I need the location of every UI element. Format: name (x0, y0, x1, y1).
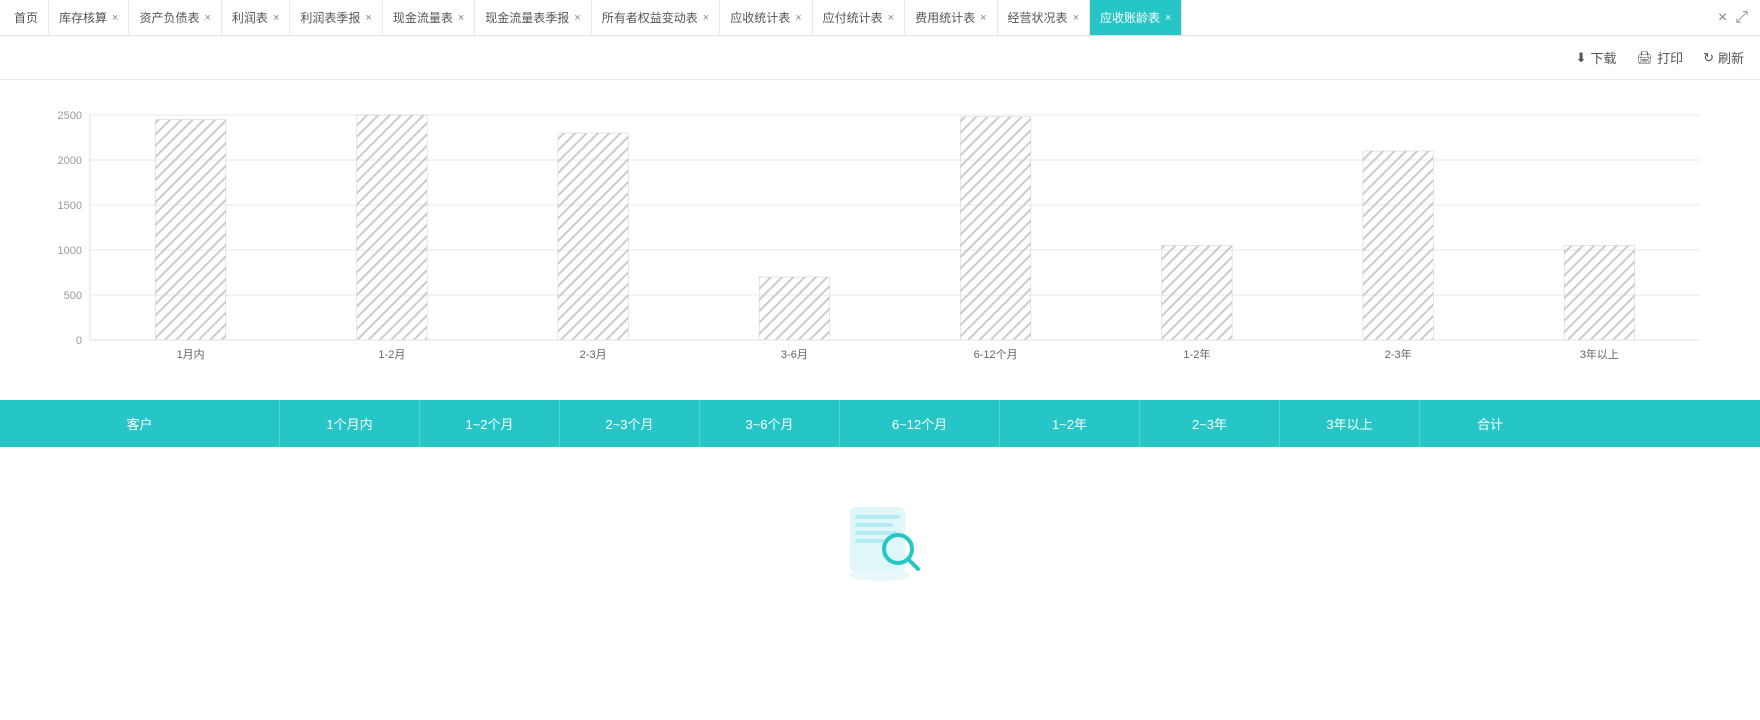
tab-receivable-stats[interactable]: 应收统计表 × (720, 0, 812, 36)
tab-payable-stats[interactable]: 应付统计表 × (813, 0, 905, 36)
table-header-cell-6: 1~2年 (1000, 400, 1140, 447)
tab-label-cashflow: 现金流量表 (393, 9, 453, 26)
table-header-cell-1: 1个月内 (280, 400, 420, 447)
svg-text:6-12个月: 6-12个月 (974, 348, 1018, 361)
svg-text:2500: 2500 (58, 110, 82, 122)
tab-close-expense-stats[interactable]: × (980, 12, 986, 24)
print-button[interactable]: 🖨打印 (1637, 48, 1684, 67)
svg-text:2000: 2000 (58, 155, 82, 167)
tab-close-receivable-stats[interactable]: × (795, 12, 801, 24)
svg-text:1500: 1500 (58, 200, 82, 212)
tab-close-business-status[interactable]: × (1073, 12, 1079, 24)
refresh-icon: ↻ (1703, 50, 1714, 66)
tab-label-balance: 资产负债表 (139, 9, 199, 26)
page-header: ⬇下载 🖨打印 ↻刷新 (0, 36, 1760, 80)
tab-bar: 首页库存核算 ×资产负债表 ×利润表 ×利润表季报 ×现金流量表 ×现金流量表季… (0, 0, 1760, 36)
refresh-button[interactable]: ↻刷新 (1703, 48, 1744, 67)
svg-text:1-2年: 1-2年 (1183, 347, 1210, 361)
tab-close-balance[interactable]: × (204, 12, 210, 24)
download-icon: ⬇ (1576, 50, 1587, 66)
tab-inventory[interactable]: 库存核算 × (49, 0, 129, 36)
tab-label-inventory: 库存核算 (59, 9, 107, 26)
table-header: 客户1个月内1~2个月2~3个月3~6个月6~12个月1~2年2~3年3年以上合… (0, 400, 1760, 447)
svg-text:0: 0 (76, 335, 82, 347)
tab-close-equity[interactable]: × (703, 12, 709, 24)
tab-label-profit: 利润表 (232, 9, 268, 26)
tab-label-receivable-stats: 应收统计表 (730, 9, 790, 26)
maximize-window-icon[interactable]: ⤢ (1735, 9, 1748, 27)
table-header-cell-8: 3年以上 (1280, 400, 1420, 447)
bar-chart: 0 500 1000 1500 2000 2500 1月内 1-2月 2-3月 3-6月 6-12个… (30, 100, 1730, 380)
svg-text:1-2月: 1-2月 (378, 349, 405, 361)
tab-aging[interactable]: 应收账龄表 × (1090, 0, 1182, 36)
table-header-cell-7: 2~3年 (1140, 400, 1280, 447)
tab-label-business-status: 经营状况表 (1008, 9, 1068, 26)
tab-close-cashflow[interactable]: × (458, 12, 464, 24)
chart-container: 0 500 1000 1500 2000 2500 1月内 1-2月 2-3月 3-6月 6-12个… (30, 100, 1730, 380)
main-content: 0 500 1000 1500 2000 2500 1月内 1-2月 2-3月 3-6月 6-12个… (0, 80, 1760, 720)
svg-text:2-3年: 2-3年 (1385, 347, 1412, 361)
empty-state (0, 447, 1760, 627)
svg-text:1000: 1000 (58, 245, 82, 257)
tab-close-payable-stats[interactable]: × (888, 12, 894, 24)
tab-close-aging[interactable]: × (1165, 12, 1171, 24)
tab-label-cashflow-quarterly: 现金流量表季报 (485, 9, 569, 26)
svg-text:3-6月: 3-6月 (781, 349, 808, 361)
tab-label-aging: 应收账龄表 (1100, 9, 1160, 26)
tab-close-cashflow-quarterly[interactable]: × (574, 12, 580, 24)
tab-close-profit-quarterly[interactable]: × (365, 12, 371, 24)
tab-close-inventory[interactable]: × (112, 12, 118, 24)
tab-bar-actions: × ⤢ (1718, 9, 1756, 27)
svg-text:1月内: 1月内 (177, 347, 205, 361)
download-label: 下载 (1591, 48, 1617, 67)
table-header-cell-3: 2~3个月 (560, 400, 700, 447)
tab-profit-quarterly[interactable]: 利润表季报 × (290, 0, 382, 36)
tab-business-status[interactable]: 经营状况表 × (998, 0, 1090, 36)
tab-equity[interactable]: 所有者权益变动表 × (592, 0, 720, 36)
tab-label-payable-stats: 应付统计表 (823, 9, 883, 26)
table-header-cell-5: 6~12个月 (840, 400, 1000, 447)
tab-expense-stats[interactable]: 费用统计表 × (905, 0, 997, 36)
tab-cashflow[interactable]: 现金流量表 × (383, 0, 475, 36)
print-icon: 🖨 (1637, 50, 1654, 66)
tab-home[interactable]: 首页 (4, 0, 49, 36)
table-header-cell-9: 合计 (1420, 400, 1560, 447)
header-actions: ⬇下载 🖨打印 ↻刷新 (1576, 48, 1744, 67)
tab-close-profit[interactable]: × (273, 12, 279, 24)
download-button[interactable]: ⬇下载 (1576, 48, 1617, 67)
svg-text:2-3月: 2-3月 (580, 349, 607, 361)
svg-text:500: 500 (64, 290, 82, 302)
close-window-icon[interactable]: × (1718, 9, 1727, 27)
svg-text:3年以上: 3年以上 (1580, 347, 1619, 361)
table-header-cell-4: 3~6个月 (700, 400, 840, 447)
refresh-label: 刷新 (1718, 48, 1744, 67)
tab-label-equity: 所有者权益变动表 (602, 9, 698, 26)
tab-label-expense-stats: 费用统计表 (915, 9, 975, 26)
tab-balance[interactable]: 资产负债表 × (129, 0, 221, 36)
empty-illustration (830, 487, 930, 587)
table-header-cell-2: 1~2个月 (420, 400, 560, 447)
print-label: 打印 (1657, 48, 1683, 67)
table-header-cell-0: 客户 (0, 400, 280, 447)
tab-profit[interactable]: 利润表 × (222, 0, 290, 36)
tab-label-profit-quarterly: 利润表季报 (300, 9, 360, 26)
tab-cashflow-quarterly[interactable]: 现金流量表季报 × (475, 0, 591, 36)
tab-label-home: 首页 (14, 9, 38, 26)
chart-area: 0 500 1000 1500 2000 2500 1月内 1-2月 2-3月 3-6月 6-12个… (0, 80, 1760, 400)
